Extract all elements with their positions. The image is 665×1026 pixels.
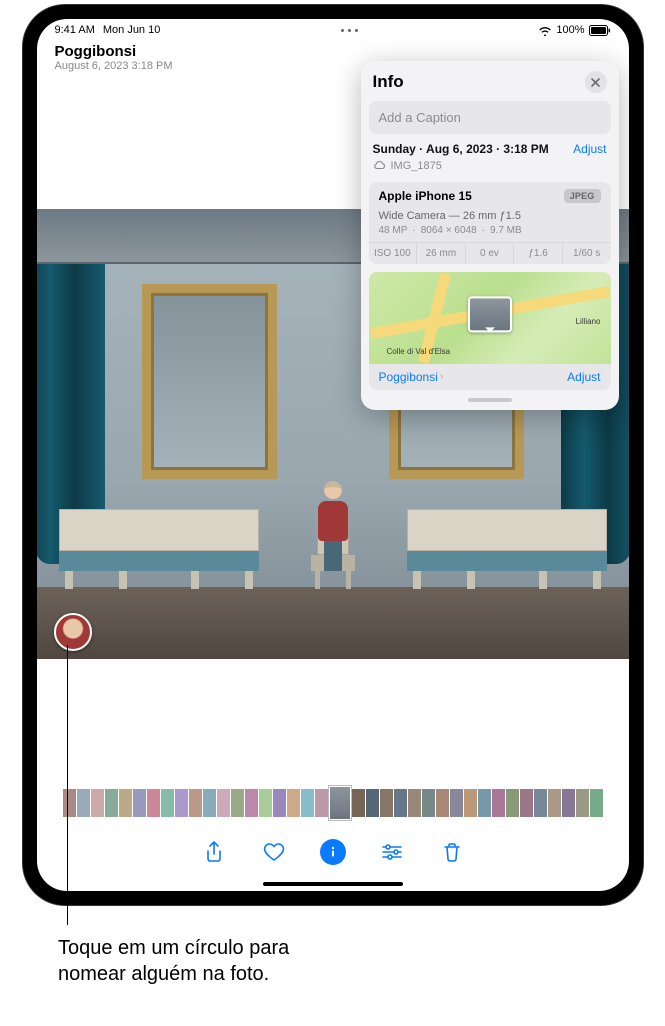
bottom-toolbar: [37, 831, 629, 873]
favorite-button[interactable]: [260, 838, 288, 866]
thumbnail[interactable]: [77, 789, 90, 817]
face-tag-circle[interactable]: [54, 613, 92, 651]
map-place-label: Colle di Val d'Elsa: [387, 347, 451, 356]
thumbnail[interactable]: [315, 789, 328, 817]
wifi-icon: [538, 25, 552, 36]
sliders-icon: [381, 843, 403, 861]
multitask-dots[interactable]: [160, 29, 538, 32]
thumbnail[interactable]: [161, 789, 174, 817]
location-card: Colle di Val d'Elsa Lilliano Poggibonsi …: [369, 272, 611, 390]
thumbnail[interactable]: [301, 789, 314, 817]
thumbnail[interactable]: [189, 789, 202, 817]
map-view[interactable]: Colle di Val d'Elsa Lilliano: [369, 272, 611, 364]
thumbnail[interactable]: [231, 789, 244, 817]
info-title: Info: [373, 72, 585, 92]
cloud-icon: [373, 158, 386, 174]
thumbnail[interactable]: [175, 789, 188, 817]
thumbnail[interactable]: [562, 789, 575, 817]
thumbnail[interactable]: [394, 789, 407, 817]
thumbnail[interactable]: [492, 789, 505, 817]
thumbnail[interactable]: [63, 789, 76, 817]
thumbnail[interactable]: [366, 789, 379, 817]
close-button[interactable]: [585, 71, 607, 93]
adjust-button[interactable]: [378, 838, 406, 866]
thumbnail[interactable]: [380, 789, 393, 817]
thumbnail[interactable]: [534, 789, 547, 817]
info-button[interactable]: [320, 839, 346, 865]
thumbnail[interactable]: [147, 789, 160, 817]
share-icon: [204, 841, 224, 863]
heart-icon: [263, 842, 285, 862]
file-format-badge: JPEG: [564, 189, 601, 203]
thumbnail[interactable]: [506, 789, 519, 817]
metadata-card: Apple iPhone 15 JPEG Wide Camera — 26 mm…: [369, 182, 611, 264]
filename: IMG_1875: [391, 160, 442, 172]
callout-leader-line: [67, 645, 68, 925]
exif-shutter: 1/60 s: [563, 243, 611, 264]
exif-iso: ISO 100: [369, 243, 418, 264]
location-link[interactable]: Poggibonsi ›: [379, 370, 568, 384]
exif-focal: 26 mm: [417, 243, 466, 264]
lens-info: Wide Camera — 26 mm ƒ1.5: [369, 210, 611, 225]
battery-icon: [589, 25, 611, 36]
thumbnail[interactable]: [548, 789, 561, 817]
thumbnail[interactable]: [352, 789, 365, 817]
device-name: Apple iPhone 15: [379, 189, 564, 203]
thumbnail[interactable]: [422, 789, 435, 817]
map-place-label: Lilliano: [576, 317, 601, 326]
exif-aperture: ƒ1.6: [514, 243, 563, 264]
home-indicator[interactable]: [263, 882, 403, 886]
adjust-location-button[interactable]: Adjust: [567, 370, 600, 384]
thumbnail[interactable]: [119, 789, 132, 817]
panel-drag-handle[interactable]: [468, 398, 512, 402]
thumbnail[interactable]: [259, 789, 272, 817]
adjust-date-button[interactable]: Adjust: [573, 142, 606, 156]
thumbnail[interactable]: [464, 789, 477, 817]
caption-input[interactable]: Add a Caption: [369, 101, 611, 134]
status-bar: 9:41 AM Mon Jun 10 100%: [37, 19, 629, 39]
thumbnail[interactable]: [450, 789, 463, 817]
capture-date: Sunday · Aug 6, 2023 · 3:18 PM: [373, 142, 574, 156]
thumbnail[interactable]: [133, 789, 146, 817]
resolution: 8064 × 6048: [421, 225, 477, 236]
delete-button[interactable]: [438, 838, 466, 866]
info-panel: Info Add a Caption Sunday · Aug 6, 2023 …: [361, 61, 619, 410]
thumbnail[interactable]: [217, 789, 230, 817]
thumbnail[interactable]: [91, 789, 104, 817]
thumbnail[interactable]: [287, 789, 300, 817]
info-icon: [326, 845, 340, 859]
status-time: 9:41 AM: [55, 24, 95, 36]
location-title: Poggibonsi: [55, 43, 611, 60]
file-size: 9.7 MB: [490, 225, 522, 236]
close-icon: [591, 78, 600, 87]
map-photo-pin[interactable]: [468, 296, 512, 332]
exif-ev: 0 ev: [466, 243, 515, 264]
status-date: Mon Jun 10: [103, 24, 160, 36]
thumbnail[interactable]: [203, 789, 216, 817]
thumbnail[interactable]: [408, 789, 421, 817]
chevron-right-icon: ›: [440, 371, 444, 383]
battery-percent: 100%: [556, 24, 584, 36]
thumbnail[interactable]: [576, 789, 589, 817]
thumbnail[interactable]: [273, 789, 286, 817]
megapixels: 48 MP: [379, 225, 408, 236]
thumbnail[interactable]: [245, 789, 258, 817]
thumbnail[interactable]: [436, 789, 449, 817]
share-button[interactable]: [200, 838, 228, 866]
thumbnail[interactable]: [520, 789, 533, 817]
exif-row: ISO 100 26 mm 0 ev ƒ1.6 1/60 s: [369, 242, 611, 264]
thumbnail-active[interactable]: [329, 786, 351, 820]
thumbnail-strip[interactable]: [37, 785, 629, 821]
callout-text: Toque em um círculo para nomear alguém n…: [58, 935, 418, 987]
trash-icon: [443, 842, 461, 862]
thumbnail[interactable]: [590, 789, 603, 817]
thumbnail[interactable]: [478, 789, 491, 817]
thumbnail[interactable]: [105, 789, 118, 817]
